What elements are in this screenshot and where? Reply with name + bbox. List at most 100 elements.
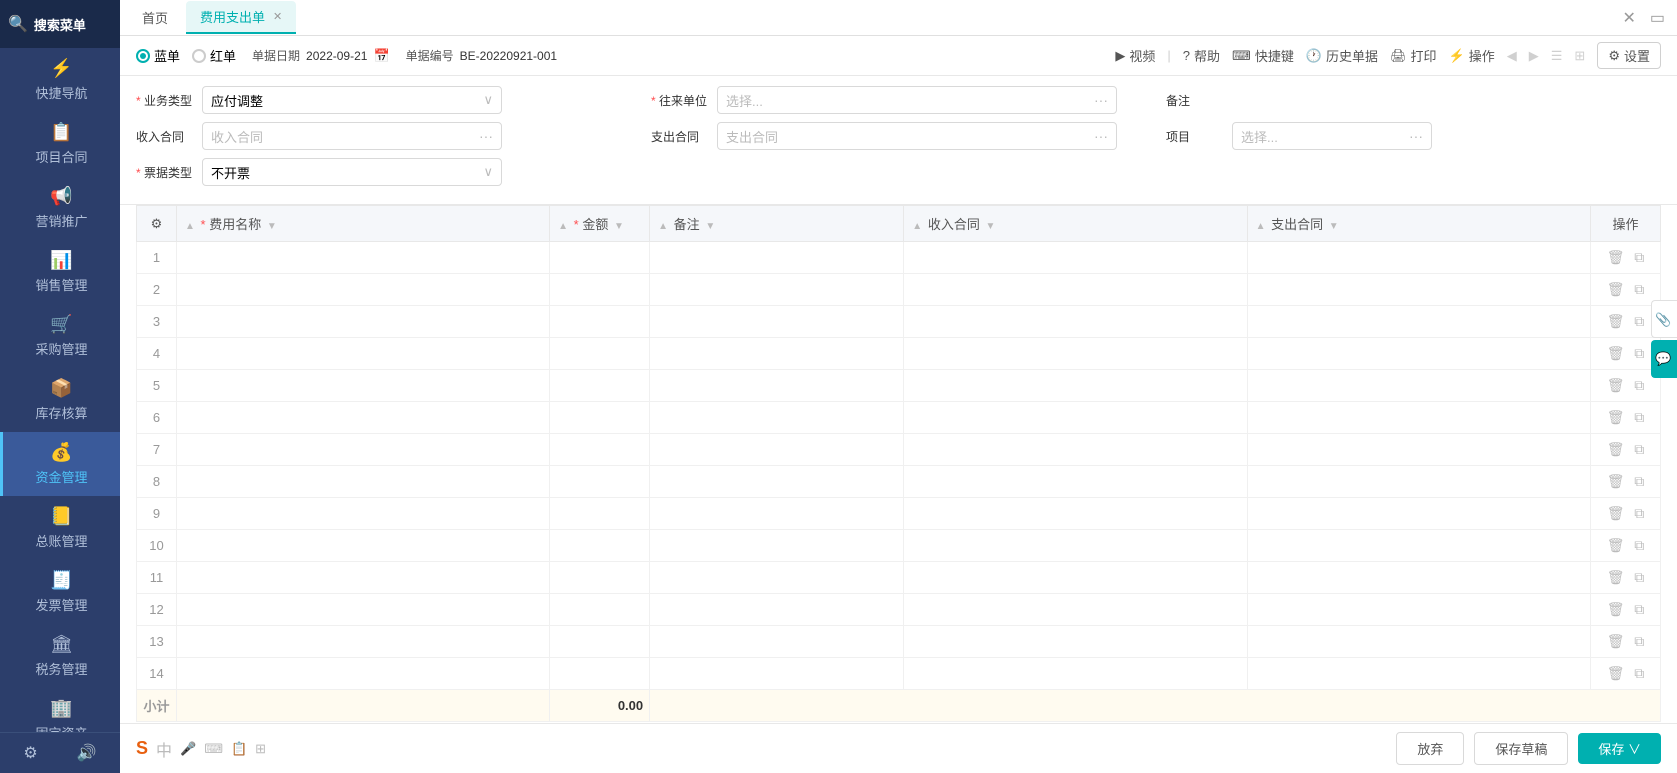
delete-icon[interactable]: 🗑	[1607, 473, 1625, 489]
note-cell[interactable]	[650, 562, 904, 594]
calendar-icon[interactable]: 📅	[373, 48, 389, 64]
audio-footer-icon[interactable]: 🔊	[77, 743, 97, 763]
delete-icon[interactable]: 🗑	[1607, 505, 1625, 521]
amount-cell[interactable]	[550, 338, 650, 370]
counterparty-input[interactable]: 选择... ···	[717, 86, 1117, 114]
th-note[interactable]: ▲ 备注 ▼	[650, 206, 904, 242]
note-cell[interactable]	[650, 530, 904, 562]
chinese-input-icon[interactable]: 中	[156, 737, 172, 761]
chat-tab[interactable]: 💬	[1651, 340, 1677, 378]
expense-name-cell[interactable]	[177, 530, 550, 562]
note-cell[interactable]	[650, 306, 904, 338]
note-cell[interactable]	[650, 434, 904, 466]
delete-icon[interactable]: 🗑	[1607, 665, 1625, 681]
expense-contract-cell[interactable]	[1247, 434, 1590, 466]
expense-contract-cell[interactable]	[1247, 562, 1590, 594]
note-cell[interactable]	[650, 274, 904, 306]
sidebar-header[interactable]: 🔍 搜索菜单	[0, 0, 120, 48]
note-cell[interactable]	[650, 626, 904, 658]
income-contract-cell[interactable]	[904, 338, 1247, 370]
expense-name-cell[interactable]	[177, 274, 550, 306]
expense-name-cell[interactable]	[177, 402, 550, 434]
th-expense-contract[interactable]: ▲ 支出合同 ▼	[1247, 206, 1590, 242]
delete-icon[interactable]: 🗑	[1607, 537, 1625, 553]
expense-contract-cell[interactable]	[1247, 626, 1590, 658]
operations-action[interactable]: ⚡ 操作	[1449, 46, 1495, 65]
th-expense-name[interactable]: ▲ * 费用名称 ▼	[177, 206, 550, 242]
copy-row-icon[interactable]: ⧉	[1634, 601, 1644, 617]
sidebar-item-marketing[interactable]: 📢 营销推广	[0, 176, 120, 240]
expense-contract-cell[interactable]	[1247, 658, 1590, 690]
amount-cell[interactable]	[550, 402, 650, 434]
copy-row-icon[interactable]: ⧉	[1634, 313, 1644, 329]
delete-icon[interactable]: 🗑	[1607, 377, 1625, 393]
th-settings[interactable]: ⚙	[137, 206, 177, 242]
delete-icon[interactable]: 🗑	[1607, 281, 1625, 297]
income-contract-cell[interactable]	[904, 466, 1247, 498]
discard-button[interactable]: 放弃	[1396, 732, 1464, 765]
save-draft-button[interactable]: 保存草稿	[1474, 732, 1568, 765]
expense-name-cell[interactable]	[177, 370, 550, 402]
sidebar-item-purchase-mgmt[interactable]: 🛒 采购管理	[0, 304, 120, 368]
tab-home[interactable]: 首页	[128, 2, 182, 33]
copy-row-icon[interactable]: ⧉	[1634, 409, 1644, 425]
copy-row-icon[interactable]: ⧉	[1634, 441, 1644, 457]
expense-contract-cell[interactable]	[1247, 466, 1590, 498]
income-contract-cell[interactable]	[904, 370, 1247, 402]
expense-name-cell[interactable]	[177, 466, 550, 498]
expense-contract-input[interactable]: 支出合同 ···	[717, 122, 1117, 150]
note-cell[interactable]	[650, 338, 904, 370]
sidebar-item-accounting[interactable]: 📒 总账管理	[0, 496, 120, 560]
sidebar-item-project-contract[interactable]: 📋 项目合同	[0, 112, 120, 176]
income-contract-cell[interactable]	[904, 274, 1247, 306]
amount-cell[interactable]	[550, 306, 650, 338]
blue-radio-option[interactable]: 蓝单	[136, 46, 180, 65]
note-cell[interactable]	[650, 658, 904, 690]
amount-cell[interactable]	[550, 594, 650, 626]
copy-row-icon[interactable]: ⧉	[1634, 473, 1644, 489]
print-action[interactable]: 🖨 打印	[1390, 46, 1437, 65]
sidebar-item-tax-mgmt[interactable]: 🏛 税务管理	[0, 624, 120, 688]
income-contract-cell[interactable]	[904, 306, 1247, 338]
delete-icon[interactable]: 🗑	[1607, 249, 1625, 265]
expense-name-cell[interactable]	[177, 242, 550, 274]
attachment-tab[interactable]: 📎	[1651, 300, 1677, 338]
amount-cell[interactable]	[550, 626, 650, 658]
income-contract-cell[interactable]	[904, 594, 1247, 626]
note-cell[interactable]	[650, 370, 904, 402]
amount-cell[interactable]	[550, 658, 650, 690]
tab-expense-sheet[interactable]: 费用支出单 ✕	[186, 1, 296, 34]
video-action[interactable]: ▶ 视频	[1115, 46, 1155, 65]
expense-contract-cell[interactable]	[1247, 530, 1590, 562]
amount-cell[interactable]	[550, 530, 650, 562]
settings-footer-icon[interactable]: ⚙	[23, 743, 37, 763]
restore-window-button[interactable]: ▭	[1646, 6, 1669, 30]
delete-icon[interactable]: 🗑	[1607, 633, 1625, 649]
expense-name-cell[interactable]	[177, 594, 550, 626]
business-type-select[interactable]: 应付调整 ∨	[202, 86, 502, 114]
delete-icon[interactable]: 🗑	[1607, 441, 1625, 457]
note-cell[interactable]	[650, 498, 904, 530]
income-contract-cell[interactable]	[904, 242, 1247, 274]
invoice-type-select[interactable]: 不开票 ∨	[202, 158, 502, 186]
expense-contract-cell[interactable]	[1247, 306, 1590, 338]
amount-cell[interactable]	[550, 370, 650, 402]
copy-row-icon[interactable]: ⧉	[1634, 633, 1644, 649]
amount-cell[interactable]	[550, 242, 650, 274]
delete-icon[interactable]: 🗑	[1607, 313, 1625, 329]
note-cell[interactable]	[650, 242, 904, 274]
sidebar-item-quick-nav[interactable]: ⚡ 快捷导航	[0, 48, 120, 112]
sidebar-item-fund-mgmt[interactable]: 💰 资金管理	[0, 432, 120, 496]
copy-row-icon[interactable]: ⧉	[1634, 505, 1644, 521]
sidebar-item-inventory[interactable]: 📦 库存核算	[0, 368, 120, 432]
th-amount[interactable]: ▲ * 金额 ▼	[550, 206, 650, 242]
income-contract-cell[interactable]	[904, 530, 1247, 562]
expense-contract-cell[interactable]	[1247, 242, 1590, 274]
expense-name-cell[interactable]	[177, 562, 550, 594]
amount-cell[interactable]	[550, 498, 650, 530]
grid-tool-icon[interactable]: ⊞	[255, 741, 266, 757]
expense-name-cell[interactable]	[177, 338, 550, 370]
expense-contract-cell[interactable]	[1247, 402, 1590, 434]
sidebar-item-sales-mgmt[interactable]: 📊 销售管理	[0, 240, 120, 304]
red-radio-option[interactable]: 红单	[192, 46, 236, 65]
